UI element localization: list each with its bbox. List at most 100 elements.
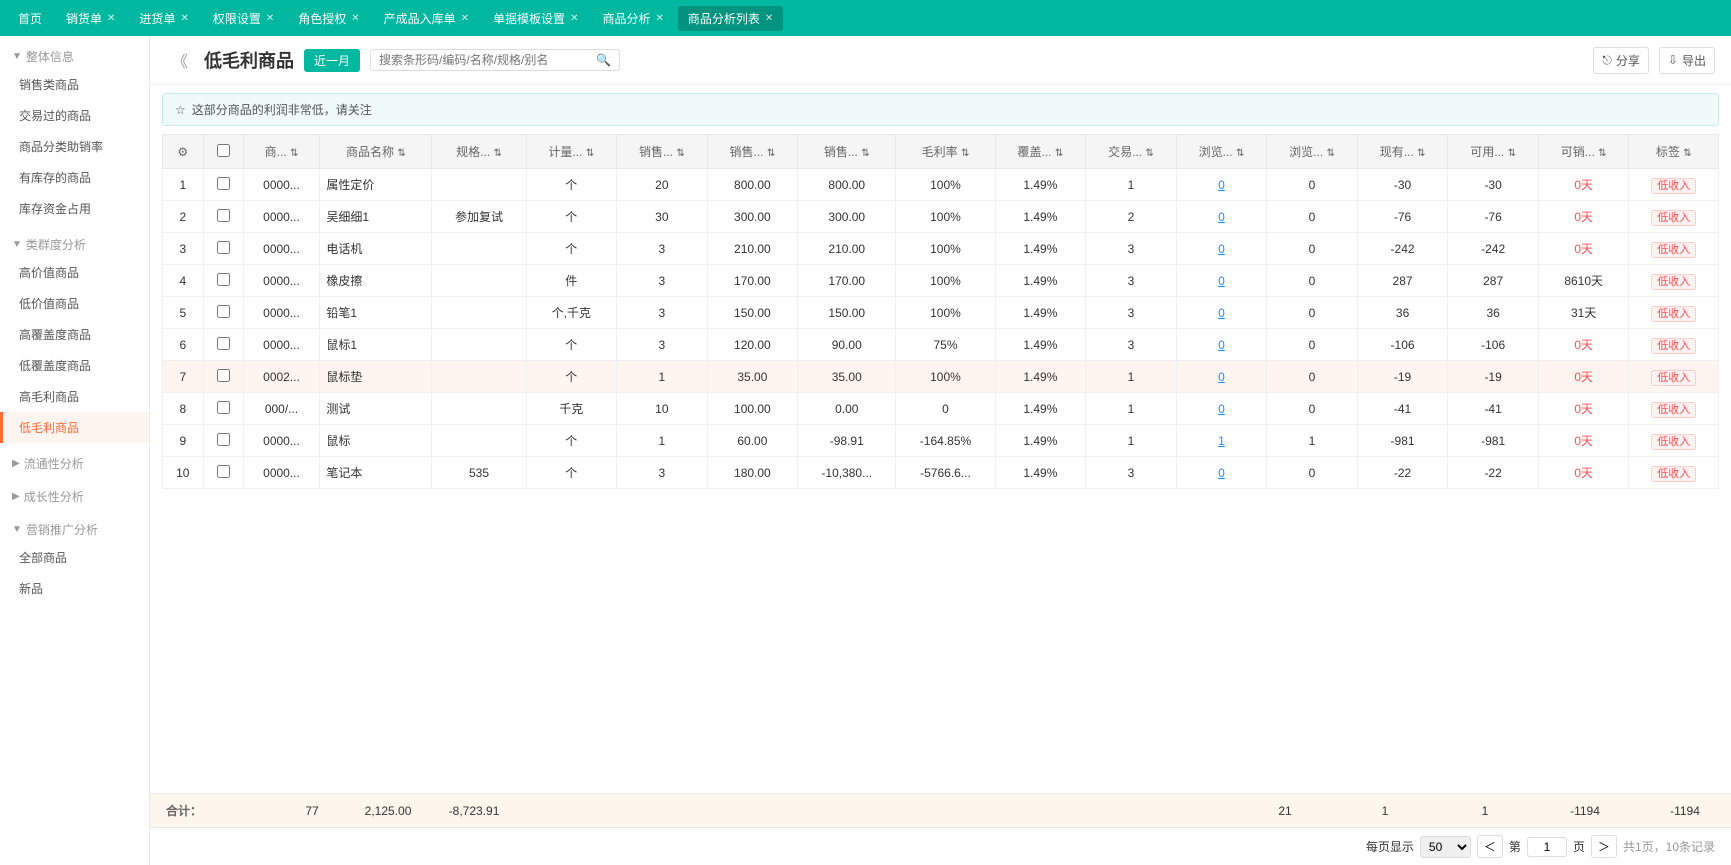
nav-permission[interactable]: 权限设置✕ [203, 6, 284, 31]
col-checkbox-all[interactable] [203, 135, 243, 169]
col-code[interactable]: 商... ⇅ [243, 135, 320, 169]
nav-product-analysis[interactable]: 商品分析✕ [592, 6, 673, 31]
sidebar-item-stock-products[interactable]: 有库存的商品 [0, 162, 149, 193]
col-browse1[interactable]: 浏览... ⇅ [1176, 135, 1267, 169]
row-now: -19 [1357, 361, 1448, 393]
nav-product-in[interactable]: 产成品入库单✕ [374, 6, 479, 31]
row-qty: 3 [617, 457, 708, 489]
close-icon[interactable]: ✕ [570, 13, 578, 24]
row-available: -30 [1448, 169, 1539, 201]
col-available[interactable]: 可用... ⇅ [1448, 135, 1539, 169]
sidebar-group-title-cluster[interactable]: ▼ 类群度分析 [0, 228, 149, 257]
search-input[interactable] [379, 53, 596, 67]
sidebar-item-low-value[interactable]: 低价值商品 [0, 288, 149, 319]
close-icon[interactable]: ✕ [655, 13, 663, 24]
per-page-select[interactable]: 50 100 200 [1420, 836, 1471, 858]
row-checkbox[interactable] [203, 329, 243, 361]
row-trade: 1 [1176, 425, 1267, 457]
nav-role[interactable]: 角色授权✕ [288, 6, 369, 31]
col-saleable[interactable]: 可销... ⇅ [1538, 135, 1629, 169]
footer-trade: 1 [1355, 804, 1415, 818]
row-price: 35.00 [707, 361, 798, 393]
row-name: 属性定价 [320, 169, 432, 201]
row-code: 0000... [243, 201, 320, 233]
sidebar-item-high-value[interactable]: 高价值商品 [0, 257, 149, 288]
row-checkbox[interactable] [203, 457, 243, 489]
close-icon[interactable]: ✕ [107, 13, 115, 24]
row-checkbox[interactable] [203, 201, 243, 233]
sidebar-group-title-growth[interactable]: ▶ 成长性分析 [0, 480, 149, 509]
row-checkbox[interactable] [203, 361, 243, 393]
row-checkbox[interactable] [203, 233, 243, 265]
row-checkbox[interactable] [203, 297, 243, 329]
col-browse2[interactable]: 浏览... ⇅ [1267, 135, 1358, 169]
prev-page-button[interactable]: ＜ [1477, 835, 1503, 858]
sidebar-item-category-rate[interactable]: 商品分类助销率 [0, 131, 149, 162]
nav-product-analysis-list[interactable]: 商品分析列表✕ [678, 6, 783, 31]
col-settings[interactable]: ⚙ [163, 135, 204, 169]
col-unit[interactable]: 计量... ⇅ [526, 135, 617, 169]
sidebar-group-liquidity: ▶ 流通性分析 [0, 447, 149, 476]
row-saleable: 0天 [1538, 169, 1629, 201]
sidebar-item-all-products[interactable]: 全部商品 [0, 542, 149, 573]
row-code: 0000... [243, 297, 320, 329]
col-price[interactable]: 销售... ⇅ [707, 135, 798, 169]
sidebar-group-title-liquidity[interactable]: ▶ 流通性分析 [0, 447, 149, 476]
sidebar-item-new-products[interactable]: 新品 [0, 573, 149, 604]
nav-template[interactable]: 单据模板设置✕ [483, 6, 588, 31]
sidebar-item-stock-capital[interactable]: 库存资金占用 [0, 193, 149, 224]
nav-home[interactable]: 首页 [8, 6, 52, 31]
share-button[interactable]: ⎋ 分享 [1593, 47, 1649, 74]
chevron-down-icon: ▼ [12, 524, 22, 535]
close-icon[interactable]: ✕ [351, 13, 359, 24]
col-name[interactable]: 商品名称 ⇅ [320, 135, 432, 169]
row-checkbox[interactable] [203, 425, 243, 457]
search-icon[interactable]: 🔍 [596, 53, 611, 67]
col-tag[interactable]: 标签 ⇅ [1629, 135, 1719, 169]
sidebar-group-title-marketing[interactable]: ▼ 营销推广分析 [0, 513, 149, 542]
row-name: 笔记本 [320, 457, 432, 489]
row-ratio: 100% [896, 169, 995, 201]
sidebar-item-low-coverage[interactable]: 低覆盖度商品 [0, 350, 149, 381]
row-code: 0000... [243, 425, 320, 457]
next-page-button[interactable]: ＞ [1591, 835, 1617, 858]
export-button[interactable]: ⇩ 导出 [1659, 47, 1715, 74]
row-cover: 1 [1086, 169, 1177, 201]
row-checkbox[interactable] [203, 169, 243, 201]
row-checkbox[interactable] [203, 265, 243, 297]
row-checkbox[interactable] [203, 393, 243, 425]
sidebar-item-traded-products[interactable]: 交易过的商品 [0, 100, 149, 131]
page-input[interactable] [1527, 837, 1567, 857]
close-icon[interactable]: ✕ [266, 13, 274, 24]
row-browse1: 0 [1267, 265, 1358, 297]
nav-sales[interactable]: 销货单✕ [56, 6, 125, 31]
sidebar-group-title-overall[interactable]: ▼ 整体信息 [0, 40, 149, 69]
row-gross: 1.49% [995, 233, 1086, 265]
close-icon[interactable]: ✕ [180, 13, 188, 24]
row-tag: 低收入 [1629, 393, 1719, 425]
col-spec[interactable]: 规格... ⇅ [432, 135, 526, 169]
share-icon: ⎋ [1602, 53, 1612, 68]
row-spec [432, 297, 526, 329]
row-gross: 1.49% [995, 457, 1086, 489]
sidebar-item-high-coverage[interactable]: 高覆盖度商品 [0, 319, 149, 350]
period-filter-button[interactable]: 近一月 [304, 49, 360, 72]
close-icon[interactable]: ✕ [461, 13, 469, 24]
row-trade: 0 [1176, 297, 1267, 329]
col-coverage[interactable]: 覆盖... ⇅ [995, 135, 1086, 169]
col-gross-rate[interactable]: 毛利率 ⇅ [896, 135, 995, 169]
col-trade[interactable]: 交易... ⇅ [1086, 135, 1177, 169]
row-no: 5 [163, 297, 204, 329]
col-current[interactable]: 现有... ⇅ [1357, 135, 1448, 169]
sidebar-item-low-gross[interactable]: 低毛利商品 [0, 412, 149, 443]
row-spec [432, 329, 526, 361]
col-qty[interactable]: 销售... ⇅ [617, 135, 708, 169]
sidebar-item-sales-products[interactable]: 销售类商品 [0, 69, 149, 100]
col-amount[interactable]: 销售... ⇅ [798, 135, 896, 169]
nav-purchase[interactable]: 进货单✕ [129, 6, 198, 31]
sidebar-collapse-button[interactable]: 《 [166, 46, 194, 74]
row-code: 0000... [243, 233, 320, 265]
close-icon[interactable]: ✕ [765, 13, 773, 24]
sidebar-item-high-gross[interactable]: 高毛利商品 [0, 381, 149, 412]
row-now: -242 [1357, 233, 1448, 265]
